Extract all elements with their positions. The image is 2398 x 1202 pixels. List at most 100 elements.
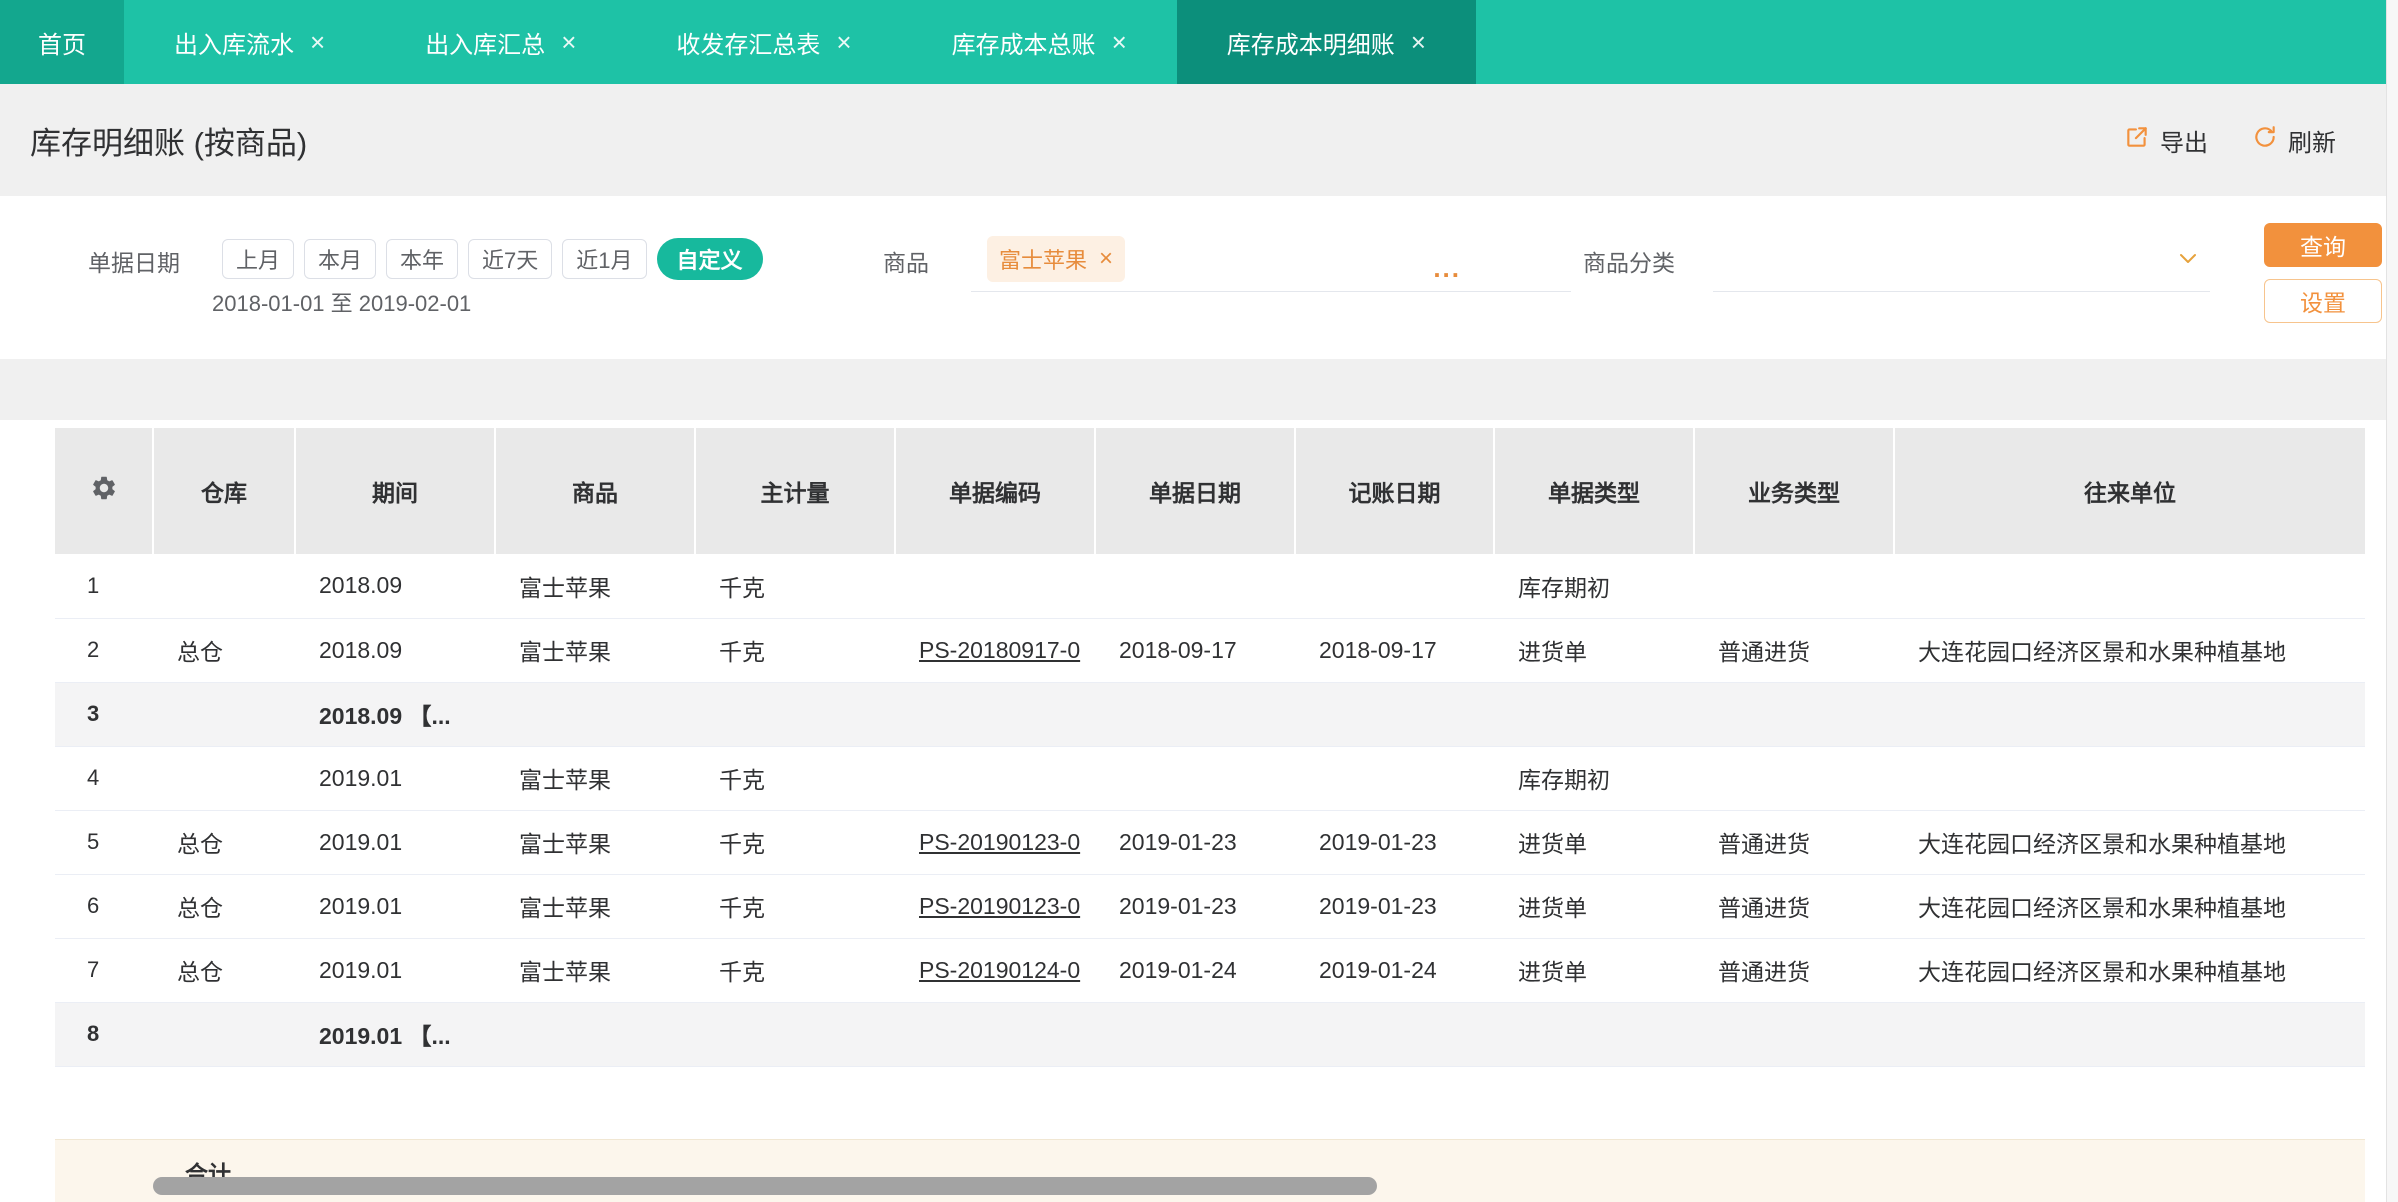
cell-biz_type: 普通进货 [1694,618,1894,683]
table-row: 4 2019.01 富士苹果 千克 库存期初 [55,746,2365,811]
cell-unit: 千克 [695,746,895,811]
gear-icon [90,476,118,507]
cell-product: 富士苹果 [495,618,695,683]
table-row: 2 总仓 2018.09 富士苹果 千克 PS-20180917-0 2018-09-17 2… [55,618,2365,683]
cell-doc_date: 2019-01-23 [1095,874,1295,939]
column-header[interactable]: 记账日期 [1295,428,1495,554]
page-scrollbar-track[interactable] [2386,0,2398,1202]
cell-doc_date: 2019-01-23 [1095,810,1295,875]
column-header[interactable]: 单据类型 [1494,428,1695,554]
quick-range-button[interactable]: 本年 [386,239,459,279]
row-index: 4 [55,746,153,811]
doc-date-label: 单据日期 [88,250,180,276]
tab-close-icon[interactable]: × [1112,27,1127,58]
column-header[interactable]: 往来单位 [1894,428,2365,554]
more-options-icon[interactable]: ... [1433,255,1461,281]
column-header[interactable]: 商品 [495,428,696,554]
column-header[interactable]: 仓库 [153,428,296,554]
tab-label: 出入库汇总 [425,31,546,59]
quick-range-button[interactable]: 本月 [304,239,377,279]
chevron-down-icon[interactable] [2176,246,2200,275]
row-index: 7 [55,938,153,1003]
top-tab[interactable]: 出入库流水 × [124,0,375,84]
refresh-icon [2252,124,2278,157]
category-select-field[interactable] [1713,226,2210,292]
cell-period: 2019.01 【... [295,1002,495,1067]
cell-period: 2019.01 [295,746,495,811]
top-tab[interactable]: 收发存汇总表 × [626,0,901,84]
product-tag-text: 富士苹果 [999,247,1088,273]
top-tab-bar: 首页 出入库流水 × 出入库汇总 × 收发存汇总表 × 库存成本总账 × 库存成本明细账 × [0,0,2386,84]
product-select-field[interactable]: 富士苹果 × ... [971,226,1571,292]
cell-doc_code [895,1002,1095,1067]
cell-doc_type: 进货单 [1494,874,1694,939]
cell-doc_type [1494,1002,1694,1067]
row-index: 5 [55,810,153,875]
remove-tag-icon[interactable]: × [1099,245,1113,273]
cell-product: 富士苹果 [495,554,695,619]
date-range-value[interactable]: 2018-01-01 至 2019-02-01 [212,286,471,318]
cell-warehouse [153,1002,295,1067]
cell-doc_code [895,554,1095,619]
cell-book_date: 2019-01-24 [1295,938,1494,1003]
cell-doc_code[interactable]: PS-20190123-0 [895,874,1095,939]
refresh-label: 刷新 [2288,129,2336,157]
tab-close-icon[interactable]: × [1411,27,1426,58]
cell-doc_code[interactable]: PS-20180917-0 [895,618,1095,683]
top-tab[interactable]: 库存成本明细账 × [1176,0,1476,84]
table-group-row: 3 2018.09 【... [55,682,2365,747]
cell-biz_type [1694,1002,1894,1067]
row-index: 3 [55,682,153,747]
quick-range-button[interactable]: 近1月 [562,239,647,279]
cell-doc_type: 进货单 [1494,618,1694,683]
ledger-table-card: 仓库 期间 商品 主计量 单据编码 单据日期 记账日期 单据类型 业务类型 往来单位 1 2018.… [0,420,2386,1202]
table-group-row: 8 2019.01 【... [55,1002,2365,1067]
custom-range-button[interactable]: 自定义 [656,238,763,280]
cell-period: 2018.09 【... [295,682,495,747]
cell-book_date: 2019-01-23 [1295,810,1494,875]
column-header[interactable]: 单据日期 [1095,428,1296,554]
cell-partner: 大连花园口经济区景和水果种植基地 [1894,874,2365,939]
cell-product: 富士苹果 [495,874,695,939]
cell-product [495,682,695,747]
quick-range-button[interactable]: 上月 [222,239,295,279]
column-header[interactable]: 期间 [295,428,496,554]
cell-warehouse [153,682,295,747]
cell-biz_type [1694,746,1894,811]
cell-doc_date [1095,554,1295,619]
top-tab[interactable]: 出入库汇总 × [375,0,626,84]
cell-doc_type [1494,682,1694,747]
export-label: 导出 [2160,129,2208,157]
cell-product: 富士苹果 [495,810,695,875]
row-index: 6 [55,874,153,939]
export-button[interactable]: 导出 [2124,123,2208,158]
cell-period: 2019.01 [295,810,495,875]
horizontal-scrollbar[interactable] [153,1177,1377,1195]
column-header[interactable]: 业务类型 [1694,428,1895,554]
tab-home[interactable]: 首页 [0,0,124,84]
cell-period: 2018.09 [295,554,495,619]
settings-button[interactable]: 设置 [2264,279,2382,323]
cell-doc_type: 进货单 [1494,810,1694,875]
quick-range-button[interactable]: 近7天 [468,239,553,279]
cell-doc_code[interactable]: PS-20190123-0 [895,810,1095,875]
product-label: 商品 [883,250,929,276]
tab-label: 出入库流水 [174,31,294,59]
tab-close-icon[interactable]: × [836,27,851,58]
product-tag: 富士苹果 × [987,235,1126,282]
cell-partner [1894,746,2365,811]
cell-doc_date [1095,746,1295,811]
top-tab[interactable]: 库存成本总账 × [902,0,1177,84]
cell-partner [1894,682,2365,747]
tab-close-icon[interactable]: × [310,27,325,58]
cell-doc_code[interactable]: PS-20190124-0 [895,938,1095,1003]
cell-doc_type: 库存期初 [1494,554,1694,619]
cell-warehouse [153,746,295,811]
tab-close-icon[interactable]: × [561,27,576,58]
refresh-button[interactable]: 刷新 [2252,123,2336,158]
cell-doc_date: 2019-01-24 [1095,938,1295,1003]
column-header[interactable]: 单据编码 [895,428,1096,554]
query-button[interactable]: 查询 [2264,223,2382,267]
column-header[interactable]: 主计量 [695,428,896,554]
column-settings-button[interactable] [55,428,154,554]
